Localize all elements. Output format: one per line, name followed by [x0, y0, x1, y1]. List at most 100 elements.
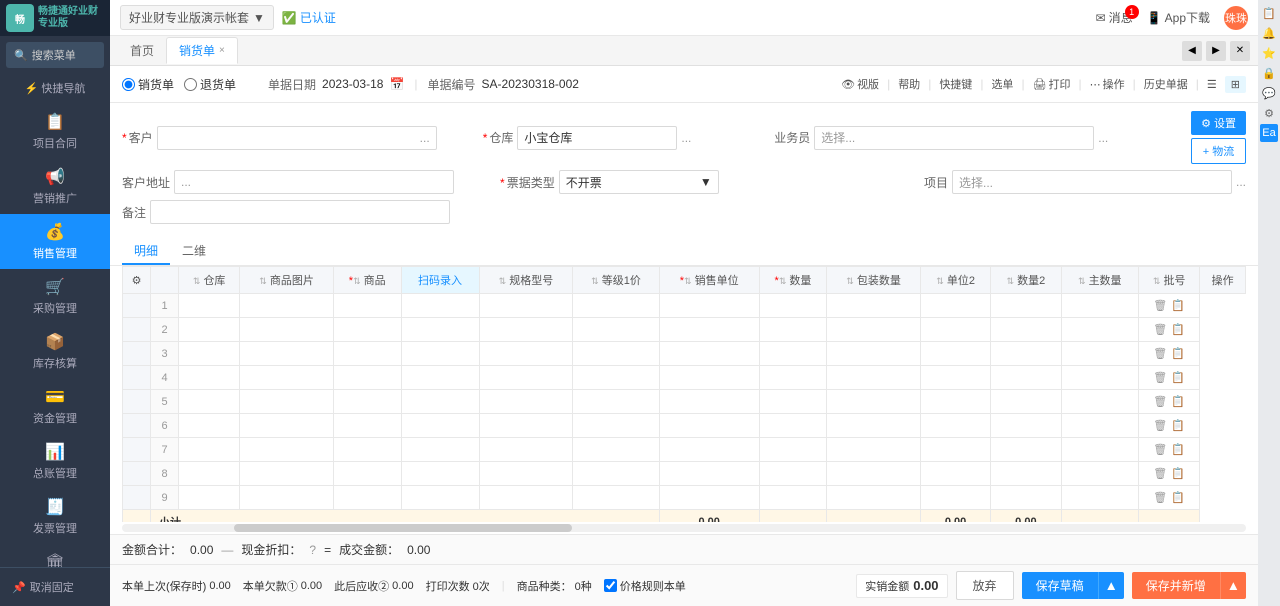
data-cell[interactable]: [1061, 342, 1138, 366]
tab-home[interactable]: 首页: [118, 38, 166, 63]
data-cell[interactable]: [240, 390, 334, 414]
data-cell[interactable]: [479, 462, 573, 486]
print-button[interactable]: 🖨 打印: [1027, 74, 1077, 94]
save-new-button[interactable]: 保存并新增: [1132, 572, 1220, 599]
table-row[interactable]: 3🗑📋: [123, 342, 1246, 366]
project-dots[interactable]: ...: [1236, 175, 1246, 189]
data-cell[interactable]: [179, 342, 240, 366]
col-sales-unit[interactable]: ⇅ 销售单位: [659, 267, 759, 294]
data-cell[interactable]: [179, 414, 240, 438]
col-product-img[interactable]: ⇅ 商品图片: [240, 267, 334, 294]
project-input[interactable]: 选择...: [952, 170, 1232, 194]
data-cell[interactable]: [401, 462, 479, 486]
panel-btn-7[interactable]: Ea: [1260, 124, 1278, 142]
data-cell[interactable]: [659, 486, 759, 510]
data-cell[interactable]: [573, 462, 659, 486]
data-cell[interactable]: [573, 294, 659, 318]
data-cell[interactable]: [573, 366, 659, 390]
data-cell[interactable]: [401, 438, 479, 462]
salesperson-input[interactable]: 选择...: [814, 126, 1094, 150]
radio-return-order[interactable]: 退货单: [184, 76, 236, 93]
data-cell[interactable]: [401, 318, 479, 342]
data-cell[interactable]: [920, 366, 990, 390]
help-icon[interactable]: ?: [309, 543, 316, 557]
view-toggle-list[interactable]: ☰: [1201, 76, 1223, 93]
history-button[interactable]: 历史单据: [1138, 74, 1194, 94]
data-cell[interactable]: [1061, 294, 1138, 318]
data-cell[interactable]: [991, 390, 1061, 414]
data-cell[interactable]: [1061, 462, 1138, 486]
sidebar-item-inventory[interactable]: 📦 库存核算: [0, 324, 110, 379]
data-cell[interactable]: [991, 462, 1061, 486]
data-cell[interactable]: [920, 390, 990, 414]
price-rule-checkbox[interactable]: [604, 579, 617, 592]
col-settings[interactable]: ⚙: [123, 267, 151, 294]
data-cell[interactable]: [759, 294, 827, 318]
col-grade-price[interactable]: ⇅ 等级1价: [573, 267, 659, 294]
save-new-dropdown-button[interactable]: ▲: [1220, 572, 1246, 599]
copy-row-icon[interactable]: 📋: [1171, 492, 1185, 504]
data-cell[interactable]: [179, 390, 240, 414]
messages-button[interactable]: ✉ 消息 1: [1096, 9, 1133, 26]
data-cell[interactable]: [573, 390, 659, 414]
table-row[interactable]: 8🗑📋: [123, 462, 1246, 486]
save-draft-dropdown-button[interactable]: ▲: [1098, 572, 1124, 599]
data-cell[interactable]: [827, 486, 921, 510]
data-cell[interactable]: [240, 318, 334, 342]
copy-row-icon[interactable]: 📋: [1171, 372, 1185, 384]
data-cell[interactable]: [920, 294, 990, 318]
data-cell[interactable]: [920, 486, 990, 510]
data-cell[interactable]: [479, 390, 573, 414]
sidebar-item-finance[interactable]: 💳 资金管理: [0, 379, 110, 434]
shortcut-button[interactable]: 快捷键: [933, 74, 978, 94]
tab-close-all-button[interactable]: ✕: [1230, 41, 1250, 61]
data-cell[interactable]: [659, 294, 759, 318]
data-cell[interactable]: [479, 342, 573, 366]
data-cell[interactable]: [827, 462, 921, 486]
data-cell[interactable]: [1061, 414, 1138, 438]
delete-row-icon[interactable]: 🗑: [1153, 300, 1167, 312]
table-row[interactable]: 7🗑📋: [123, 438, 1246, 462]
data-cell[interactable]: [920, 438, 990, 462]
data-cell[interactable]: [179, 462, 240, 486]
app-download-button[interactable]: 📱 App下载: [1147, 9, 1210, 26]
data-cell[interactable]: [759, 342, 827, 366]
col-product[interactable]: ⇅ 商品: [333, 267, 401, 294]
data-cell[interactable]: [1061, 318, 1138, 342]
data-cell[interactable]: [991, 486, 1061, 510]
data-cell[interactable]: [240, 414, 334, 438]
data-cell[interactable]: [333, 390, 401, 414]
data-cell[interactable]: [333, 486, 401, 510]
data-cell[interactable]: [991, 342, 1061, 366]
data-cell[interactable]: [573, 414, 659, 438]
data-cell[interactable]: [827, 342, 921, 366]
view-button[interactable]: 👁 视版: [835, 74, 885, 94]
data-cell[interactable]: [659, 366, 759, 390]
data-cell[interactable]: [333, 342, 401, 366]
data-cell[interactable]: [479, 414, 573, 438]
delete-row-icon[interactable]: 🗑: [1153, 372, 1167, 384]
more-button[interactable]: ⋯ 操作: [1084, 74, 1131, 94]
data-cell[interactable]: [827, 294, 921, 318]
data-cell[interactable]: [179, 318, 240, 342]
data-cell[interactable]: [479, 294, 573, 318]
data-cell[interactable]: [659, 438, 759, 462]
data-cell[interactable]: [920, 342, 990, 366]
save-draft-button[interactable]: 保存草稿: [1022, 572, 1098, 599]
delete-row-icon[interactable]: 🗑: [1153, 396, 1167, 408]
tab-2d[interactable]: 二维: [170, 238, 218, 265]
data-cell[interactable]: [759, 462, 827, 486]
delete-row-icon[interactable]: 🗑: [1153, 444, 1167, 456]
data-cell[interactable]: [573, 342, 659, 366]
data-cell[interactable]: [573, 486, 659, 510]
data-cell[interactable]: [659, 414, 759, 438]
tab-close-icon[interactable]: ×: [219, 45, 225, 56]
data-cell[interactable]: [759, 414, 827, 438]
invoice-select[interactable]: 不开票 ▼: [559, 170, 719, 194]
data-cell[interactable]: [401, 414, 479, 438]
customer-input[interactable]: ...: [157, 126, 437, 150]
data-cell[interactable]: [659, 342, 759, 366]
calendar-icon[interactable]: 📅: [389, 77, 404, 91]
data-cell[interactable]: [479, 318, 573, 342]
data-cell[interactable]: [759, 366, 827, 390]
